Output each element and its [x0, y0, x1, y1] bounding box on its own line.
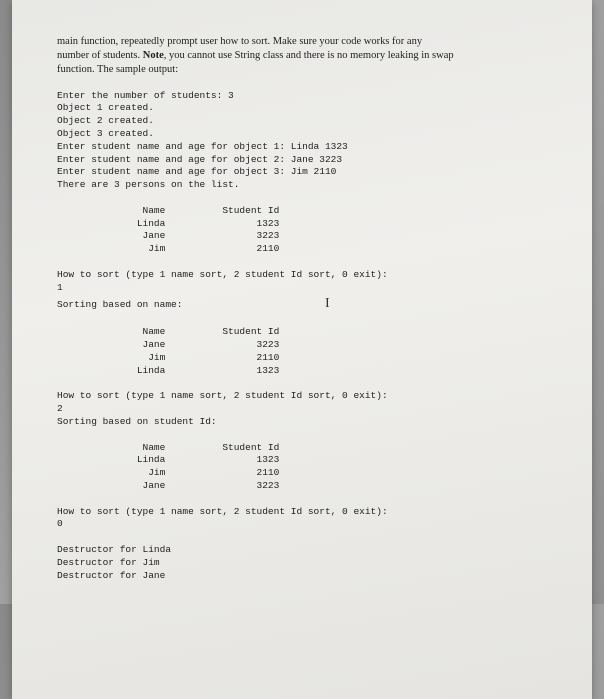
- instruction-line3: function. The sample output:: [57, 64, 178, 75]
- instruction-note: Note: [143, 50, 164, 61]
- instruction-line2b: , you cannot use String class and there …: [164, 50, 454, 61]
- instruction-line1: main function, repeatedly prompt user ho…: [57, 36, 422, 47]
- instruction-line2a: number of students.: [57, 50, 143, 61]
- instruction-text: main function, repeatedly prompt user ho…: [57, 35, 547, 78]
- console-output: Enter the number of students: 3 Object 1…: [57, 90, 547, 583]
- document-page: main function, repeatedly prompt user ho…: [12, 0, 592, 699]
